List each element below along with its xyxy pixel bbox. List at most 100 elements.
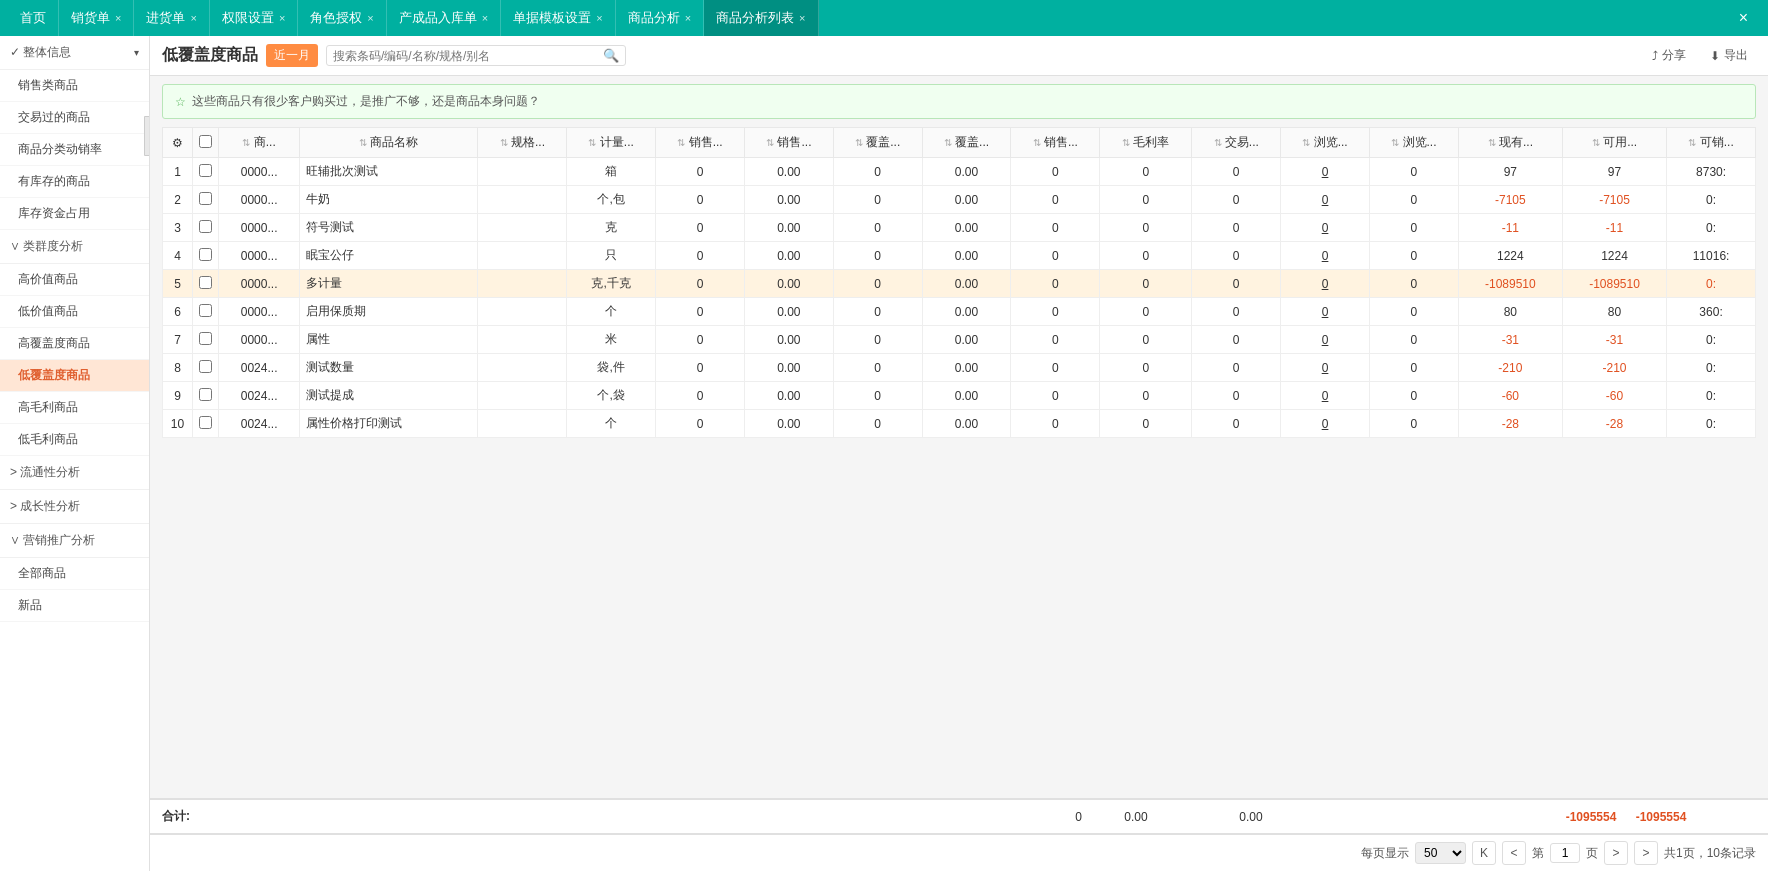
nav-close-icon[interactable]: × <box>190 12 196 24</box>
last-page-button[interactable]: > <box>1634 841 1658 865</box>
nav-permission-settings[interactable]: 权限设置 × <box>210 0 298 36</box>
page-number-input[interactable] <box>1550 843 1580 863</box>
th-gross-margin[interactable]: ⇅ 毛利率 <box>1100 128 1192 158</box>
nav-role-auth[interactable]: 角色授权 × <box>298 0 386 36</box>
sidebar-item-category-turnover[interactable]: 商品分类动销率 <box>0 134 149 166</box>
row-name[interactable]: 属性价格打印测试 <box>300 410 478 438</box>
row-checkbox-cell[interactable] <box>193 214 219 242</box>
th-available-stock[interactable]: ⇅ 可用... <box>1562 128 1666 158</box>
th-name[interactable]: ⇅ 商品名称 <box>300 128 478 158</box>
row-name[interactable]: 符号测试 <box>300 214 478 242</box>
row-browse1[interactable]: 0 <box>1281 354 1370 382</box>
nav-close-icon[interactable]: × <box>482 12 488 24</box>
row-name[interactable]: 启用保质期 <box>300 298 478 326</box>
sidebar-item-inventory-fund[interactable]: 库存资金占用 <box>0 198 149 230</box>
row-checkbox-cell[interactable] <box>193 382 219 410</box>
row-checkbox-cell[interactable] <box>193 326 219 354</box>
select-all-checkbox[interactable] <box>199 135 212 148</box>
export-button[interactable]: ⬇ 导出 <box>1702 44 1756 67</box>
sidebar-item-low-value[interactable]: 低价值商品 <box>0 296 149 328</box>
row-browse1[interactable]: 0 <box>1281 242 1370 270</box>
sidebar-item-all-goods[interactable]: 全部商品 <box>0 558 149 590</box>
th-sales3[interactable]: ⇅ 销售... <box>1011 128 1100 158</box>
nav-finished-goods[interactable]: 产成品入库单 × <box>387 0 501 36</box>
row-browse1[interactable]: 0 <box>1281 326 1370 354</box>
row-name[interactable]: 多计量 <box>300 270 478 298</box>
row-name[interactable]: 眠宝公仔 <box>300 242 478 270</box>
per-page-select[interactable]: 10 20 50 100 <box>1415 842 1466 864</box>
th-browse2[interactable]: ⇅ 浏览... <box>1369 128 1458 158</box>
nav-close-icon[interactable]: × <box>685 12 691 24</box>
sidebar-section-overall[interactable]: ✓ 整体信息 ▾ <box>0 36 149 70</box>
row-checkbox-cell[interactable] <box>193 354 219 382</box>
th-sales-amount[interactable]: ⇅ 销售... <box>744 128 833 158</box>
row-browse1[interactable]: 0 <box>1281 186 1370 214</box>
th-saleable[interactable]: ⇅ 可销... <box>1667 128 1756 158</box>
row-name[interactable]: 牛奶 <box>300 186 478 214</box>
first-page-button[interactable]: K <box>1472 841 1496 865</box>
th-settings[interactable]: ⚙ <box>163 128 193 158</box>
sidebar-item-low-margin[interactable]: 低毛利商品 <box>0 424 149 456</box>
sidebar-section-growth[interactable]: > 成长性分析 <box>0 490 149 524</box>
row-checkbox-cell[interactable] <box>193 410 219 438</box>
sidebar-section-cluster[interactable]: ∨ 类群度分析 <box>0 230 149 264</box>
row-checkbox[interactable] <box>199 416 212 429</box>
row-checkbox[interactable] <box>199 164 212 177</box>
nav-close-icon[interactable]: × <box>115 12 121 24</box>
sidebar-item-stocked-goods[interactable]: 有库存的商品 <box>0 166 149 198</box>
sidebar-section-circulation[interactable]: > 流通性分析 <box>0 456 149 490</box>
row-checkbox[interactable] <box>199 276 212 289</box>
row-name[interactable]: 属性 <box>300 326 478 354</box>
date-filter-button[interactable]: 近一月 <box>266 44 318 67</box>
share-button[interactable]: ⤴ 分享 <box>1644 44 1694 67</box>
row-checkbox[interactable] <box>199 220 212 233</box>
th-cover1[interactable]: ⇅ 覆盖... <box>833 128 922 158</box>
th-spec[interactable]: ⇅ 规格... <box>478 128 567 158</box>
sidebar-collapse-button[interactable]: « <box>144 116 150 156</box>
row-browse1[interactable]: 0 <box>1281 410 1370 438</box>
nav-close-icon[interactable]: × <box>596 12 602 24</box>
row-checkbox-cell[interactable] <box>193 186 219 214</box>
row-checkbox[interactable] <box>199 360 212 373</box>
sidebar-section-marketing[interactable]: ∨ 营销推广分析 <box>0 524 149 558</box>
row-checkbox-cell[interactable] <box>193 270 219 298</box>
sidebar-item-high-value[interactable]: 高价值商品 <box>0 264 149 296</box>
nav-template-settings[interactable]: 单据模板设置 × <box>501 0 615 36</box>
row-checkbox[interactable] <box>199 248 212 261</box>
row-browse1[interactable]: 0 <box>1281 214 1370 242</box>
row-browse1[interactable]: 0 <box>1281 270 1370 298</box>
row-name[interactable]: 测试提成 <box>300 382 478 410</box>
search-input[interactable] <box>333 49 603 63</box>
th-checkbox[interactable] <box>193 128 219 158</box>
th-browse1[interactable]: ⇅ 浏览... <box>1281 128 1370 158</box>
nav-product-analysis-list[interactable]: 商品分析列表 × <box>704 0 818 36</box>
row-checkbox[interactable] <box>199 304 212 317</box>
th-transaction[interactable]: ⇅ 交易... <box>1192 128 1281 158</box>
window-close-button[interactable]: × <box>1727 9 1760 27</box>
nav-purchase-order[interactable]: 进货单 × <box>134 0 209 36</box>
row-checkbox[interactable] <box>199 192 212 205</box>
th-cover2[interactable]: ⇅ 覆盖... <box>922 128 1011 158</box>
row-checkbox[interactable] <box>199 388 212 401</box>
nav-sales-order[interactable]: 销货单 × <box>59 0 134 36</box>
next-page-button[interactable]: > <box>1604 841 1628 865</box>
nav-home[interactable]: 首页 <box>8 0 59 36</box>
row-browse1[interactable]: 0 <box>1281 158 1370 186</box>
prev-page-button[interactable]: < <box>1502 841 1526 865</box>
row-checkbox-cell[interactable] <box>193 242 219 270</box>
row-browse1[interactable]: 0 <box>1281 382 1370 410</box>
sidebar-item-traded-goods[interactable]: 交易过的商品 <box>0 102 149 134</box>
sidebar-item-sales-goods[interactable]: 销售类商品 <box>0 70 149 102</box>
row-browse1[interactable]: 0 <box>1281 298 1370 326</box>
row-name[interactable]: 旺辅批次测试 <box>300 158 478 186</box>
row-checkbox[interactable] <box>199 332 212 345</box>
th-current-stock[interactable]: ⇅ 现有... <box>1458 128 1562 158</box>
th-sales-qty[interactable]: ⇅ 销售... <box>656 128 745 158</box>
nav-close-icon[interactable]: × <box>367 12 373 24</box>
th-code[interactable]: ⇅ 商... <box>219 128 300 158</box>
nav-product-analysis[interactable]: 商品分析 × <box>616 0 704 36</box>
row-checkbox-cell[interactable] <box>193 158 219 186</box>
sidebar-item-new-goods[interactable]: 新品 <box>0 590 149 622</box>
nav-close-icon[interactable]: × <box>799 12 805 24</box>
th-unit[interactable]: ⇅ 计量... <box>567 128 656 158</box>
